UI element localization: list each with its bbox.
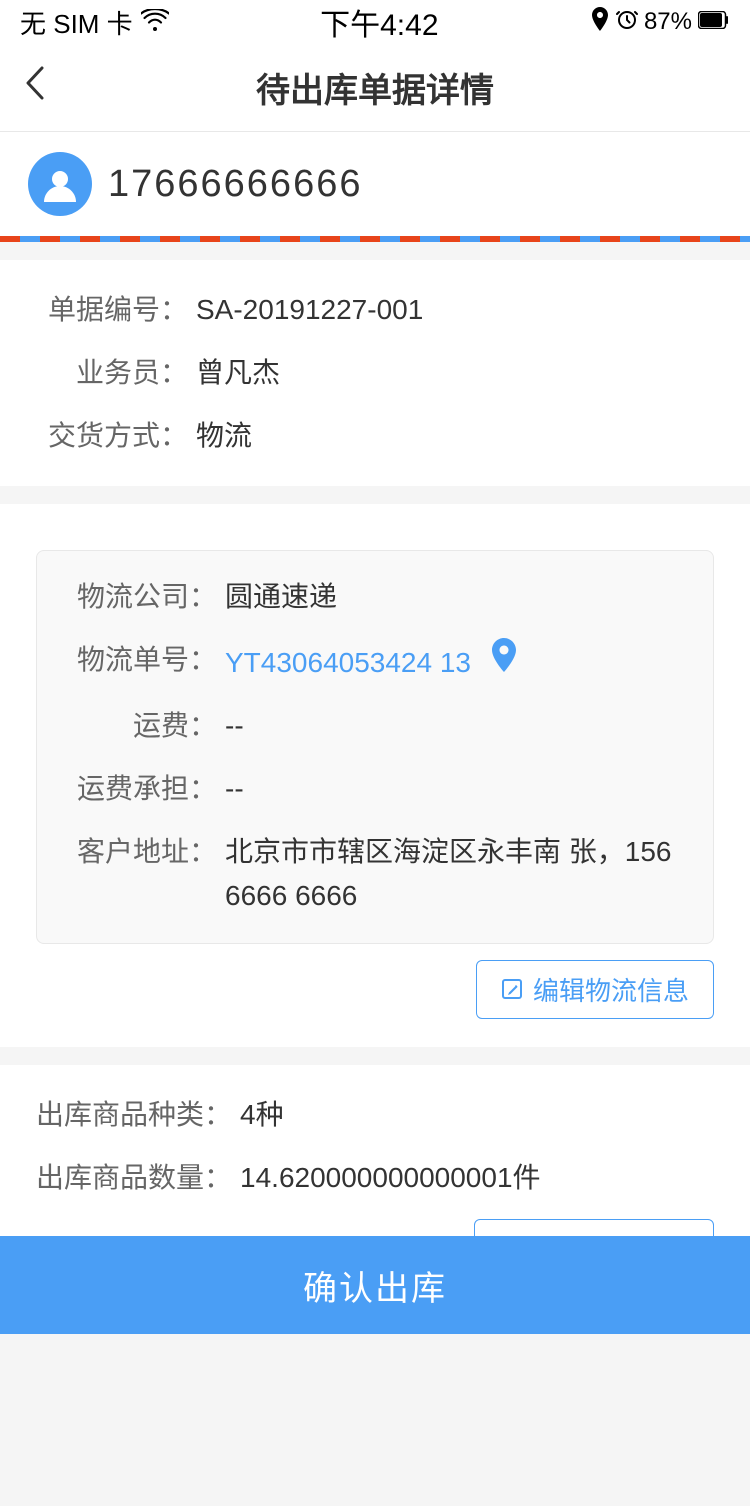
edit-logistics-label: 编辑物流信息 [533,971,689,1008]
status-bar: 无 SIM 卡 下午4:42 87% [0,0,750,44]
salesman-row: 业务员： 曾凡杰 [36,351,714,396]
order-no-label: 单据编号： [36,288,196,333]
edit-icon [501,978,525,1002]
goods-quantity-value: 14.620000000000001件 [240,1156,714,1201]
bottom-spacer [0,1306,750,1506]
location-status-icon [590,7,610,38]
battery-label: 87% [644,8,692,36]
alarm-icon [616,8,638,37]
edit-logistics-button[interactable]: 编辑物流信息 [476,960,714,1019]
freight-value: -- [225,704,685,749]
goods-types-label: 出库商品种类： [36,1093,240,1138]
customer-header: 17666666666 [0,132,750,236]
edit-btn-container: 编辑物流信息 [36,960,714,1019]
dashed-separator [0,236,750,242]
salesman-label: 业务员： [36,351,196,396]
salesman-value: 曾凡杰 [196,351,714,396]
goods-quantity-row: 出库商品数量： 14.620000000000001件 [36,1156,714,1201]
order-no-row: 单据编号： SA-20191227-001 [36,288,714,333]
logistics-company-row: 物流公司： 圆通速递 [65,575,685,620]
nav-bar: 待出库单据详情 [0,44,750,132]
delivery-method-row: 交货方式： 物流 [36,414,714,459]
carrier-label: 无 SIM 卡 [20,4,133,41]
back-button[interactable] [24,64,46,111]
logistics-section: 物流公司： 圆通速递 物流单号： YT43064053424 13 运费： --… [0,504,750,1047]
status-right: 87% [590,7,730,38]
freight-row: 运费： -- [65,704,685,749]
battery-icon [698,8,730,36]
customer-address-value: 北京市市辖区海淀区永丰南 张，156 6666 6666 [225,830,685,920]
freight-bearer-label: 运费承担： [65,767,225,812]
logistics-company-value: 圆通速递 [225,575,685,620]
order-no-value: SA-20191227-001 [196,288,714,333]
avatar [28,152,92,216]
delivery-method-label: 交货方式： [36,414,196,459]
goods-quantity-label: 出库商品数量： [36,1156,240,1201]
tracking-no-row: 物流单号： YT43064053424 13 [65,638,685,686]
customer-address-row: 客户地址： 北京市市辖区海淀区永丰南 张，156 6666 6666 [65,830,685,920]
delivery-method-value: 物流 [196,414,714,459]
wifi-icon [141,7,169,38]
tracking-location-icon [489,638,519,672]
customer-address-label: 客户地址： [65,830,225,875]
confirm-bar[interactable]: 确认出库 [0,1236,750,1334]
status-left: 无 SIM 卡 [20,4,169,41]
order-info-section: 单据编号： SA-20191227-001 业务员： 曾凡杰 交货方式： 物流 [0,260,750,486]
freight-label: 运费： [65,704,225,749]
goods-types-value: 4种 [240,1093,714,1138]
tracking-no-label: 物流单号： [65,638,225,683]
freight-bearer-row: 运费承担： -- [65,767,685,812]
status-time: 下午4:42 [320,0,438,44]
customer-phone: 17666666666 [108,163,362,206]
confirm-button-label: 确认出库 [303,1261,447,1310]
tracking-no-value: YT43064053424 13 [225,638,685,686]
logistics-card: 物流公司： 圆通速递 物流单号： YT43064053424 13 运费： --… [36,550,714,944]
freight-bearer-value: -- [225,767,685,812]
logistics-company-label: 物流公司： [65,575,225,620]
page-title: 待出库单据详情 [256,63,494,112]
goods-types-row: 出库商品种类： 4种 [36,1093,714,1138]
